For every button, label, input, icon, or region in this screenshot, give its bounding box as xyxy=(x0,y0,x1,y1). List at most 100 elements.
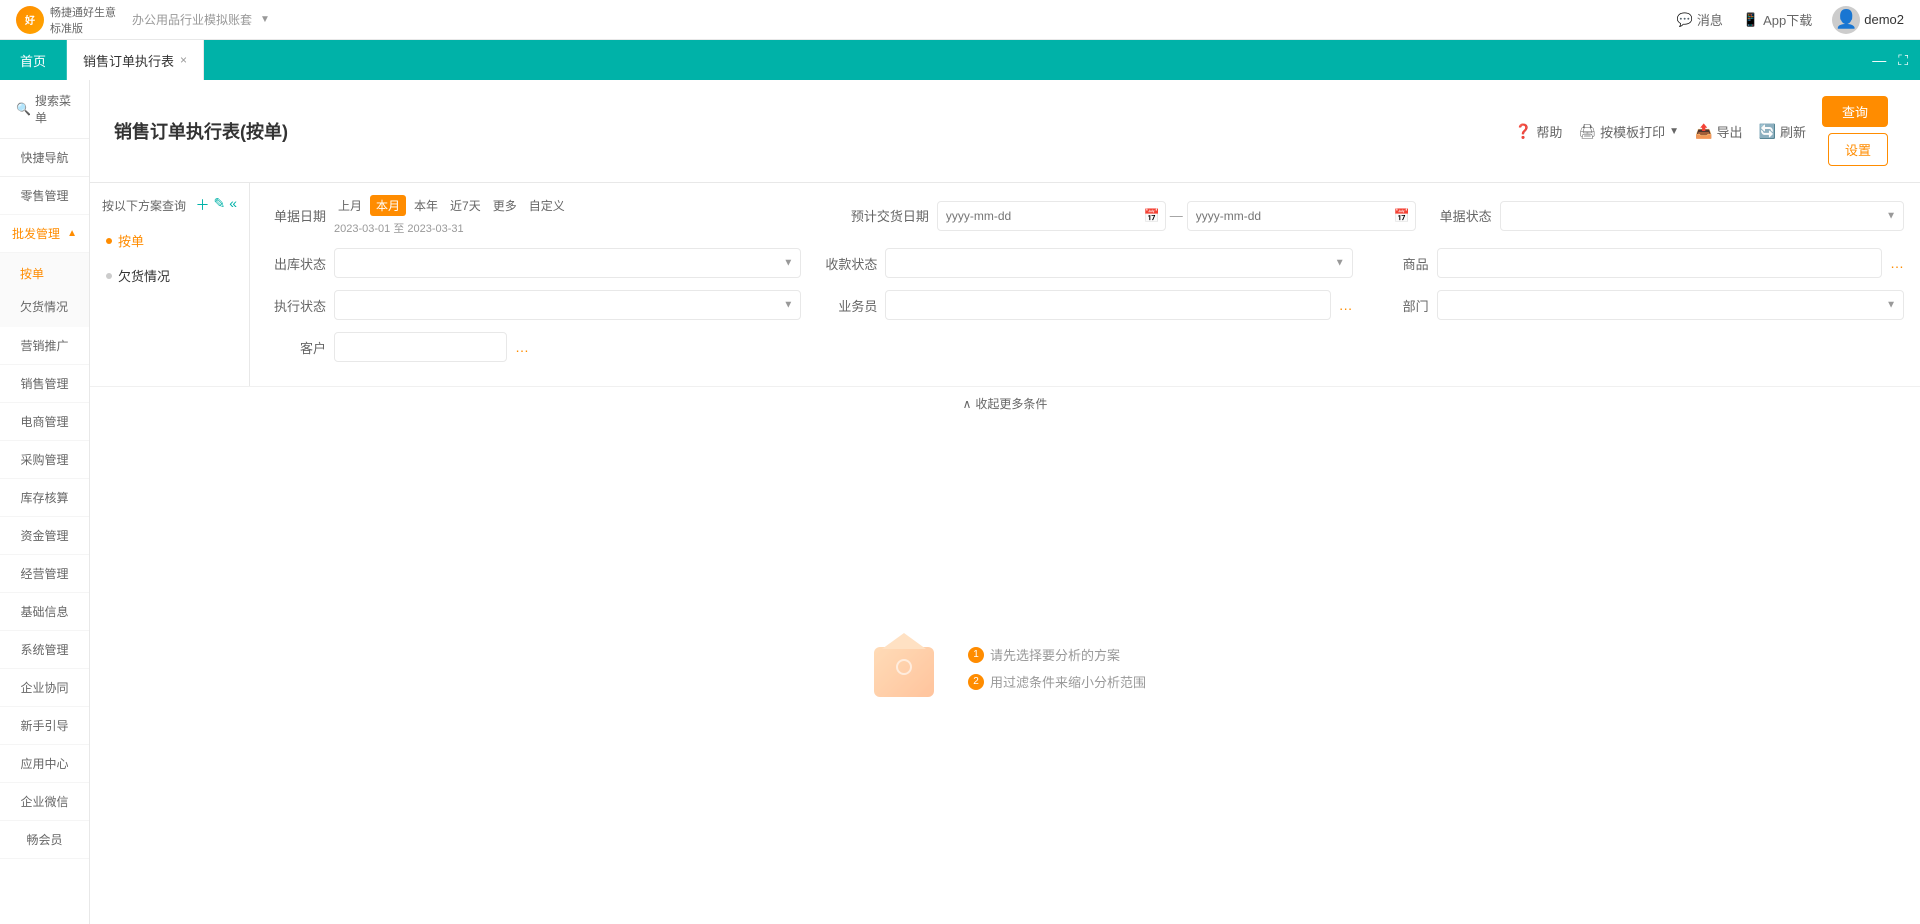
date-tab-more[interactable]: 更多 xyxy=(489,195,521,216)
search-menu-button[interactable]: 🔍 搜索菜单 xyxy=(8,88,81,130)
customer-more-button[interactable]: … xyxy=(515,339,529,355)
app-name: 办公用品行业模拟账套 xyxy=(132,11,252,28)
sidebar-item-ops[interactable]: 经营管理 xyxy=(0,555,89,593)
collapse-up-icon: ∧ xyxy=(963,397,972,411)
tab-home[interactable]: 首页 xyxy=(0,40,67,80)
filter-row-3: 执行状态 ▼ 业务员 … xyxy=(266,290,1904,320)
sidebar-item-inventory[interactable]: 库存核算 xyxy=(0,479,89,517)
empty-text: 1 请先选择要分析的方案 2 用过滤条件来缩小分析范围 xyxy=(968,645,1146,699)
sidebar-item-marketing[interactable]: 营销推广 xyxy=(0,327,89,365)
message-action[interactable]: 💬 消息 xyxy=(1677,10,1723,29)
tab-bar: 首页 销售订单执行表 × — ⛶ xyxy=(0,40,1920,80)
goods-input[interactable] xyxy=(1437,248,1882,278)
scheme-debt-label: 欠货情况 xyxy=(118,266,170,285)
collapse-scheme-button[interactable]: « xyxy=(229,195,237,215)
settings-button[interactable]: 设置 xyxy=(1828,133,1888,166)
refresh-icon: 🔄 xyxy=(1759,123,1776,140)
out-status-select[interactable] xyxy=(334,248,801,278)
tab-close-button[interactable]: × xyxy=(180,53,187,67)
date-tabs: 上月 本月 本年 近7天 更多 自定义 xyxy=(334,195,833,216)
filter-field-customer: 客户 … xyxy=(266,332,529,362)
scheme-item-order[interactable]: 按单 xyxy=(90,223,249,258)
print-icon: 🖨 xyxy=(1578,123,1596,140)
sidebar-sub-item-debt[interactable]: 欠货情况 xyxy=(0,290,89,323)
customer-input[interactable] xyxy=(334,332,507,362)
date-tab-custom[interactable]: 自定义 xyxy=(525,195,569,216)
sidebar-item-system[interactable]: 系统管理 xyxy=(0,631,89,669)
dept-select[interactable] xyxy=(1437,290,1904,320)
tip-num-1: 1 xyxy=(968,647,984,663)
edit-scheme-button[interactable]: ✎ xyxy=(213,195,225,215)
goods-more-button[interactable]: … xyxy=(1890,255,1904,271)
top-bar-right: 💬 消息 📱 App下载 👤 demo2 xyxy=(1677,6,1904,34)
payment-status-select[interactable] xyxy=(885,248,1352,278)
tab-maximize-icon[interactable]: ⛶ xyxy=(1898,52,1908,69)
add-scheme-button[interactable]: ＋ xyxy=(195,195,209,215)
tab-sales-order[interactable]: 销售订单执行表 × xyxy=(67,40,204,80)
filter-field-out-status: 出库状态 ▼ xyxy=(266,248,801,278)
user-area[interactable]: 👤 demo2 xyxy=(1832,6,1904,34)
date-tab-lastmonth[interactable]: 上月 xyxy=(334,195,366,216)
refresh-button[interactable]: 🔄 刷新 xyxy=(1759,122,1806,141)
print-dropdown-arrow[interactable]: ▼ xyxy=(1669,126,1679,137)
filter-row-2: 出库状态 ▼ 收款状态 xyxy=(266,248,1904,278)
sidebar-sub-item-order[interactable]: 按单 xyxy=(0,257,89,290)
page-title: 销售订单执行表(按单) xyxy=(114,118,288,160)
tab-actions: — ⛶ xyxy=(1860,40,1920,80)
expected-date-end-wrap: 📅 xyxy=(1187,201,1416,231)
help-button[interactable]: ❓ 帮助 xyxy=(1515,122,1562,141)
sidebar-item-sales[interactable]: 销售管理 xyxy=(0,365,89,403)
filter-sidebar-actions: ＋ ✎ « xyxy=(195,195,237,215)
exec-status-select-wrap: ▼ xyxy=(334,290,801,320)
query-button[interactable]: 查询 xyxy=(1822,96,1888,127)
salesman-label: 业务员 xyxy=(817,296,877,315)
app-download-action[interactable]: 📱 App下载 xyxy=(1743,10,1812,29)
collapse-bar[interactable]: ∧ 收起更多条件 xyxy=(90,386,1920,420)
sidebar-item-finance[interactable]: 资金管理 xyxy=(0,517,89,555)
sidebar-item-wholesale-header[interactable]: 批发管理 ▲ xyxy=(0,215,89,253)
main-content: 🔍 搜索菜单 快捷导航 零售管理 批发管理 ▲ 按单 xyxy=(0,80,1920,924)
expected-date-range: 📅 — 📅 xyxy=(937,201,1416,231)
tab-minimize-icon[interactable]: — xyxy=(1872,52,1886,68)
sidebar-item-basic[interactable]: 基础信息 xyxy=(0,593,89,631)
expected-date-end[interactable] xyxy=(1187,201,1416,231)
sidebar-item-appstore[interactable]: 应用中心 xyxy=(0,745,89,783)
status-label: 单据状态 xyxy=(1432,206,1492,225)
sidebar-item-ecom[interactable]: 电商管理 xyxy=(0,403,89,441)
sidebar-item-newbie[interactable]: 新手引导 xyxy=(0,707,89,745)
help-icon: ❓ xyxy=(1515,123,1532,140)
app-dropdown-arrow[interactable]: ▼ xyxy=(260,14,270,25)
salesman-more-button[interactable]: … xyxy=(1339,297,1353,313)
message-icon: 💬 xyxy=(1677,12,1693,28)
date-tab-7days[interactable]: 近7天 xyxy=(446,195,485,216)
sidebar-nav[interactable]: 快捷导航 xyxy=(0,139,89,177)
salesman-input[interactable] xyxy=(885,290,1330,320)
page-header: 销售订单执行表(按单) ❓ 帮助 🖨 按模板打印 ▼ 📤 导出 🔄 刷新 xyxy=(90,80,1920,183)
quick-nav-item[interactable]: 快捷导航 xyxy=(0,143,89,172)
empty-state: 1 请先选择要分析的方案 2 用过滤条件来缩小分析范围 xyxy=(90,420,1920,924)
exec-status-select[interactable] xyxy=(334,290,801,320)
date-label: 单据日期 xyxy=(266,206,326,225)
sidebar-item-corp[interactable]: 企业协同 xyxy=(0,669,89,707)
top-bar-left: 好 畅捷通好生意 标准版 办公用品行业模拟账套 ▼ xyxy=(16,4,270,36)
expected-date-start[interactable] xyxy=(937,201,1166,231)
date-tab-thisyear[interactable]: 本年 xyxy=(410,195,442,216)
sidebar-item-wechat[interactable]: 企业微信 xyxy=(0,783,89,821)
calendar-end-icon: 📅 xyxy=(1393,208,1409,224)
export-button[interactable]: 📤 导出 xyxy=(1695,122,1742,141)
sidebar-item-retail[interactable]: 零售管理 xyxy=(0,177,89,215)
sidebar-item-purchase[interactable]: 采购管理 xyxy=(0,441,89,479)
logo-icon: 好 xyxy=(16,6,44,34)
scheme-item-debt[interactable]: 欠货情况 xyxy=(90,258,249,293)
filter-sidebar-title: 按以下方案查询 xyxy=(102,197,186,214)
filter-field-payment-status: 收款状态 ▼ xyxy=(817,248,1352,278)
sidebar-item-member[interactable]: 畅会员 xyxy=(0,821,89,859)
date-tab-thismonth[interactable]: 本月 xyxy=(370,195,406,216)
date-separator: — xyxy=(1170,208,1183,223)
filter-main: 单据日期 上月 本月 本年 近7天 更多 自定义 20 xyxy=(250,183,1920,386)
status-select[interactable] xyxy=(1500,201,1904,231)
tab-spacer xyxy=(204,40,1860,80)
print-button[interactable]: 🖨 按模板打印 ▼ xyxy=(1578,122,1679,141)
exec-status-label: 执行状态 xyxy=(266,296,326,315)
sidebar-search-area[interactable]: 🔍 搜索菜单 xyxy=(0,80,89,139)
